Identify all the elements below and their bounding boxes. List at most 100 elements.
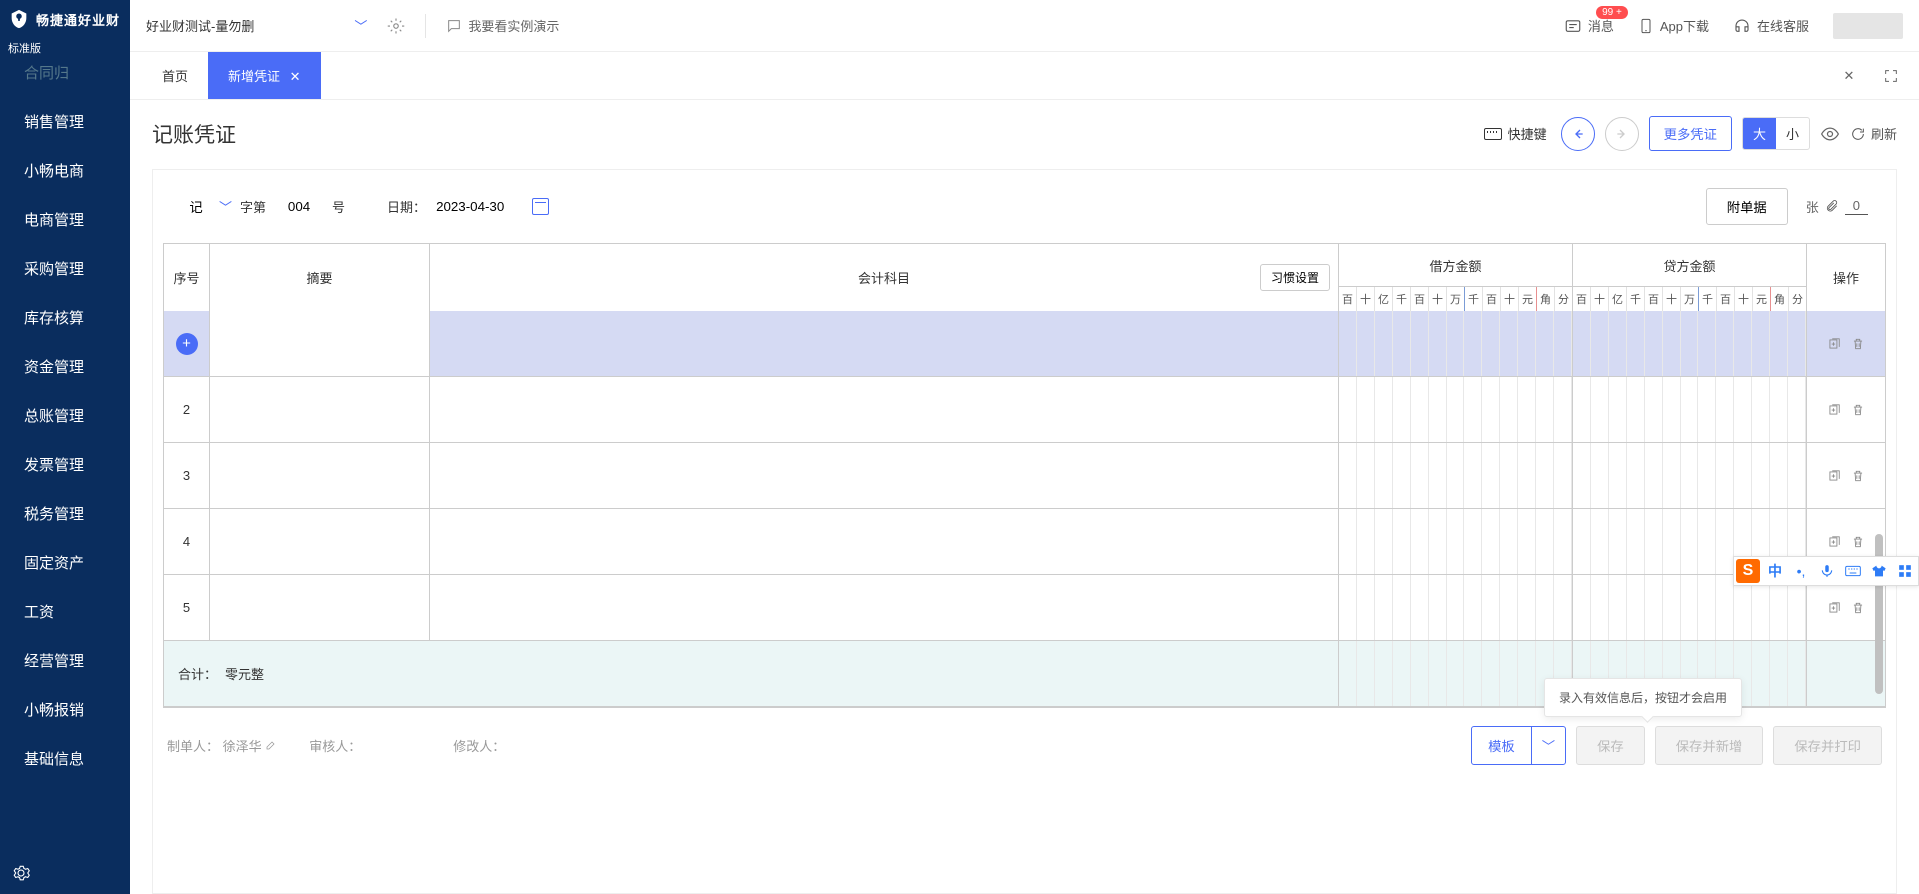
- support-button[interactable]: 在线客服: [1733, 16, 1809, 35]
- summary-cell[interactable]: [210, 509, 430, 574]
- messages-button[interactable]: 消息 99 +: [1564, 16, 1614, 35]
- preview-button[interactable]: [1820, 124, 1840, 144]
- habit-settings-button[interactable]: 习惯设置: [1260, 264, 1330, 291]
- date-input[interactable]: [434, 197, 524, 216]
- summary-cell[interactable]: [210, 575, 430, 640]
- sidebar-item-invoice[interactable]: 发票管理: [0, 440, 130, 489]
- voucher-number-input[interactable]: [274, 197, 324, 217]
- credit-cell[interactable]: [1573, 311, 1807, 376]
- sidebar-item-ecom-xc[interactable]: 小畅电商: [0, 146, 130, 195]
- sidebar-item-business[interactable]: 经营管理: [0, 636, 130, 685]
- row-seq: 2: [164, 377, 210, 442]
- sidebar-item-salary[interactable]: 工资: [0, 587, 130, 636]
- copy-row-icon[interactable]: [1827, 535, 1841, 549]
- table-row[interactable]: 3: [164, 443, 1885, 509]
- account-cell[interactable]: [430, 443, 1339, 508]
- account-cell[interactable]: [430, 509, 1339, 574]
- edit-icon[interactable]: [265, 739, 277, 751]
- summary-cell[interactable]: [210, 311, 430, 376]
- ime-keyboard-icon[interactable]: [1840, 558, 1866, 584]
- template-button[interactable]: 模板 ﹀: [1471, 726, 1566, 765]
- prev-button[interactable]: [1561, 117, 1595, 151]
- shortcut-button[interactable]: 快捷键: [1480, 124, 1551, 143]
- copy-row-icon[interactable]: [1827, 601, 1841, 615]
- next-button[interactable]: [1605, 117, 1639, 151]
- sidebar-item-purchase[interactable]: 采购管理: [0, 244, 130, 293]
- credit-cell[interactable]: [1573, 443, 1807, 508]
- sidebar-item-sales[interactable]: 销售管理: [0, 97, 130, 146]
- phone-icon: [1638, 17, 1654, 35]
- table-row[interactable]: +: [164, 311, 1885, 377]
- account-cell[interactable]: [430, 311, 1339, 376]
- digit-header: 十: [1591, 287, 1609, 311]
- tab-home[interactable]: 首页: [142, 52, 208, 99]
- sidebar-item-ecom[interactable]: 电商管理: [0, 195, 130, 244]
- summary-input[interactable]: [213, 314, 426, 373]
- demo-link[interactable]: 我要看实例演示: [446, 16, 559, 35]
- ime-punct-icon[interactable]: •,: [1788, 558, 1814, 584]
- digit-header: 百: [1339, 287, 1357, 311]
- size-large-button[interactable]: 大: [1743, 118, 1776, 149]
- debit-cell[interactable]: [1339, 377, 1573, 442]
- delete-row-icon[interactable]: [1851, 535, 1865, 549]
- debit-cell[interactable]: [1339, 575, 1573, 640]
- chevron-down-icon[interactable]: ﹀: [219, 197, 232, 216]
- copy-row-icon[interactable]: [1827, 403, 1841, 417]
- tab-close-button[interactable]: ✕: [1833, 60, 1865, 92]
- sidebar-item-tax[interactable]: 税务管理: [0, 489, 130, 538]
- debit-cell[interactable]: [1339, 311, 1573, 376]
- sidebar-item-fixed-asset[interactable]: 固定资产: [0, 538, 130, 587]
- ime-toolbar[interactable]: S 中 •,: [1733, 556, 1919, 586]
- debit-cell[interactable]: [1339, 443, 1573, 508]
- table-row[interactable]: 5: [164, 575, 1885, 641]
- voucher-table: 序号 摘要 会计科目 习惯设置 借方金额 百十亿千百十万千百十元角分 贷方金额: [163, 243, 1886, 708]
- fullscreen-button[interactable]: [1875, 60, 1907, 92]
- size-small-button[interactable]: 小: [1776, 118, 1809, 149]
- sidebar-settings[interactable]: [0, 852, 130, 894]
- tab-new-voucher[interactable]: 新增凭证 ✕: [208, 52, 321, 99]
- summary-cell[interactable]: [210, 443, 430, 508]
- ime-skin-icon[interactable]: [1866, 558, 1892, 584]
- sidebar-item-funds[interactable]: 资金管理: [0, 342, 130, 391]
- brand-name: 畅捷通好业财: [36, 10, 120, 29]
- shortcut-label: 快捷键: [1508, 124, 1547, 143]
- sidebar-item-ledger[interactable]: 总账管理: [0, 391, 130, 440]
- copy-row-icon[interactable]: [1827, 469, 1841, 483]
- date-group: 日期：: [387, 197, 549, 216]
- attach-button[interactable]: 附单据: [1706, 188, 1788, 225]
- summary-cell[interactable]: [210, 377, 430, 442]
- ime-lang[interactable]: 中: [1762, 558, 1788, 584]
- sidebar-item-truncated[interactable]: 合同归: [0, 62, 130, 97]
- calendar-icon[interactable]: [532, 198, 549, 215]
- ime-toolbox-icon[interactable]: [1892, 558, 1918, 584]
- account-cell[interactable]: [430, 575, 1339, 640]
- ime-voice-icon[interactable]: [1814, 558, 1840, 584]
- close-icon[interactable]: ✕: [290, 69, 301, 84]
- account-cell[interactable]: [430, 377, 1339, 442]
- voucher-type-input[interactable]: [181, 197, 211, 217]
- sheet-count[interactable]: 0: [1845, 198, 1868, 215]
- delete-row-icon[interactable]: [1851, 469, 1865, 483]
- expand-icon: [1883, 68, 1899, 84]
- more-vouchers-button[interactable]: 更多凭证: [1649, 116, 1732, 151]
- table-row[interactable]: 2: [164, 377, 1885, 443]
- app-download-button[interactable]: App下载: [1638, 16, 1709, 35]
- org-selector[interactable]: 好业财测试-量勿删 ﹀: [146, 16, 367, 35]
- copy-row-icon[interactable]: [1827, 337, 1841, 351]
- digit-header: 百: [1717, 287, 1735, 311]
- sidebar-item-basic[interactable]: 基础信息: [0, 734, 130, 783]
- sidebar-item-inventory[interactable]: 库存核算: [0, 293, 130, 342]
- delete-row-icon[interactable]: [1851, 403, 1865, 417]
- user-avatar[interactable]: [1833, 13, 1903, 39]
- delete-row-icon[interactable]: [1851, 601, 1865, 615]
- credit-cell[interactable]: [1573, 377, 1807, 442]
- keyboard-icon: [1484, 128, 1502, 140]
- table-row[interactable]: 4: [164, 509, 1885, 575]
- refresh-button[interactable]: 刷新: [1850, 124, 1897, 143]
- settings-icon[interactable]: [387, 17, 405, 35]
- add-row-button[interactable]: +: [176, 333, 198, 355]
- save-tooltip: 录入有效信息后，按钮才会启用: [1544, 678, 1742, 717]
- sidebar-item-expense[interactable]: 小畅报销: [0, 685, 130, 734]
- debit-cell[interactable]: [1339, 509, 1573, 574]
- delete-row-icon[interactable]: [1851, 337, 1865, 351]
